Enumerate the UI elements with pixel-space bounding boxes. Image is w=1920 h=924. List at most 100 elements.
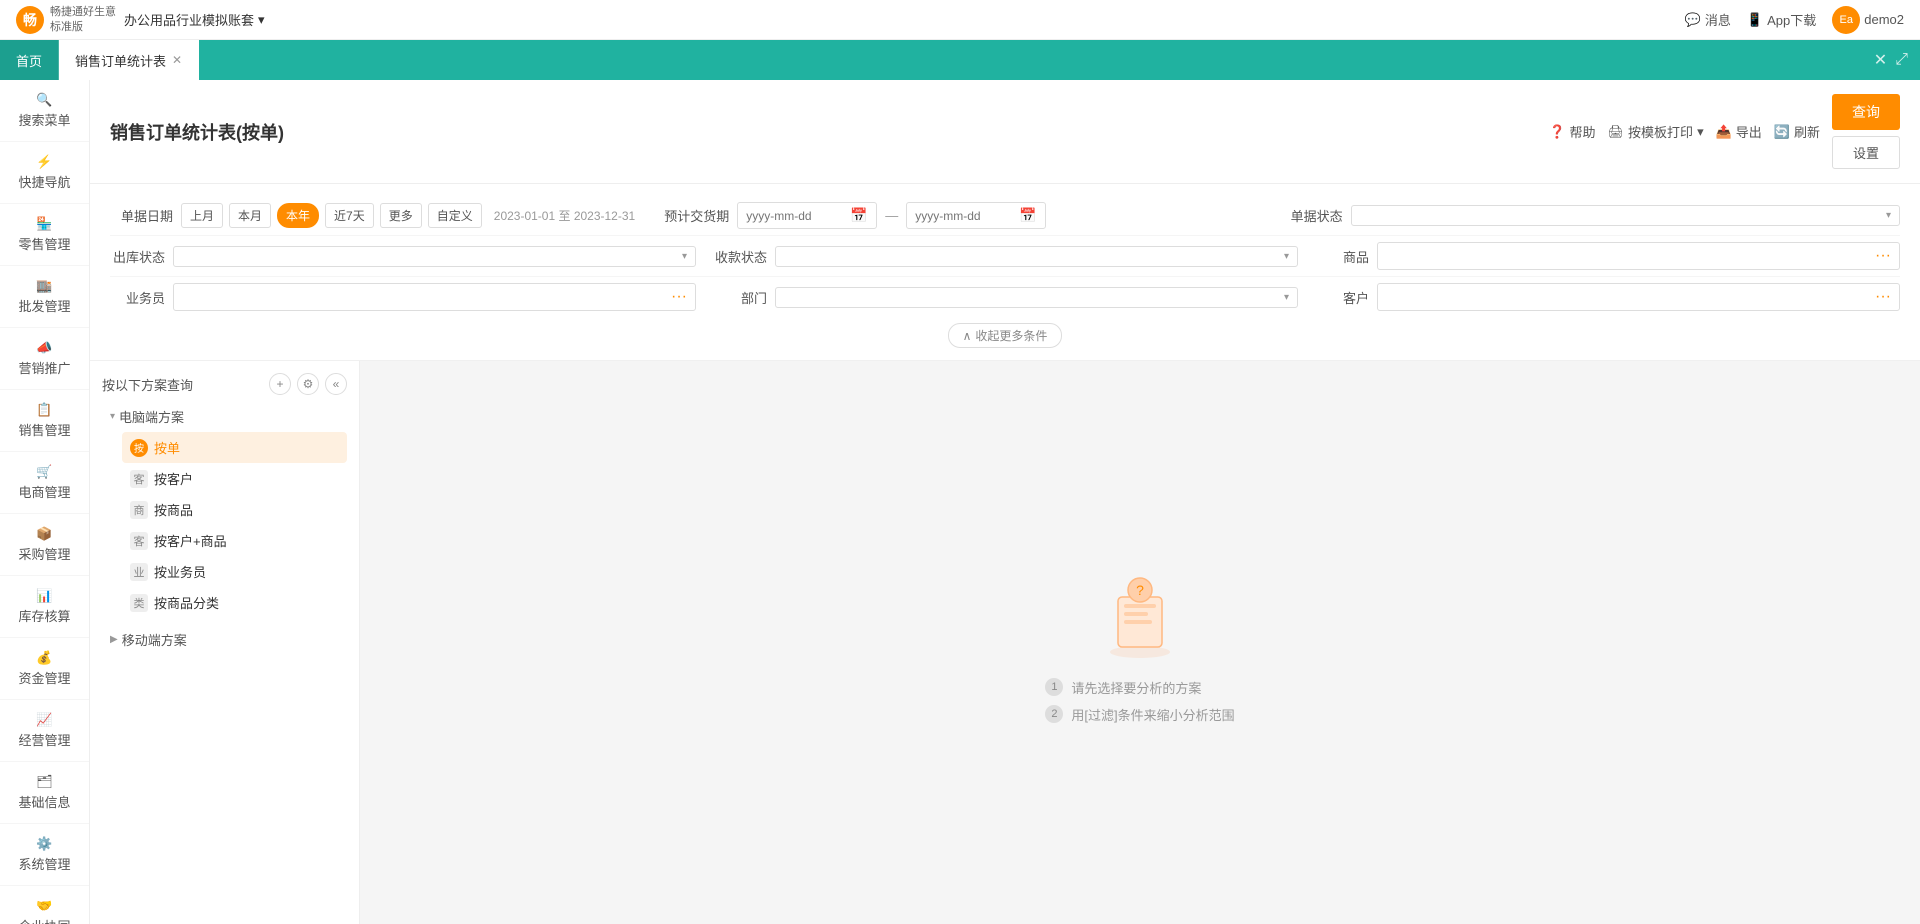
tab-sales-label: 销售订单统计表 (75, 51, 166, 70)
sidebar-item-ecommerce[interactable]: 🛒 电商管理 (0, 452, 89, 514)
mobile-schemes-section[interactable]: ▶ 移动端方案 (102, 626, 347, 655)
department-arrow-icon: ▾ (1284, 292, 1289, 303)
scheme-by-category[interactable]: 类 按商品分类 (122, 587, 347, 618)
payment-status-select[interactable]: ▾ (775, 246, 1298, 267)
sidebar-item-inventory[interactable]: 📊 库存核算 (0, 576, 89, 638)
date-btn-custom[interactable]: 自定义 (428, 203, 482, 228)
main-layout: 🔍 搜索菜单 ⚡ 快捷导航 🏪 零售管理 🏬 批发管理 📣 营销推广 📋 销售管… (0, 80, 1920, 924)
quick-nav-icon: ⚡ (36, 154, 52, 169)
scheme-by-salesperson[interactable]: 业 按业务员 (122, 556, 347, 587)
app-title-dropdown[interactable]: 办公用品行业模拟账套 ▾ (124, 10, 265, 29)
out-status-arrow-icon: ▾ (682, 251, 687, 262)
message-icon: 💬 (1685, 12, 1701, 28)
sidebar-item-system[interactable]: ⚙️ 系统管理 (0, 824, 89, 886)
sidebar-item-marketing[interactable]: 📣 营销推广 (0, 328, 89, 390)
retail-icon: 🏪 (36, 216, 52, 231)
sidebar-item-quick-nav[interactable]: ⚡ 快捷导航 (0, 142, 89, 204)
date-buttons-group: 上月 本月 本年 近7天 更多 自定义 (181, 203, 482, 228)
close-window-icon[interactable]: ✕ (1874, 50, 1887, 70)
scheme-by-goods[interactable]: 商 按商品 (122, 494, 347, 525)
expected-date-start-input[interactable] (746, 209, 846, 223)
expected-date-cell: 预计交货期 📅 — 📅 (659, 202, 1271, 229)
customer-select[interactable]: ··· (1377, 283, 1900, 311)
sidebar-item-purchase[interactable]: 📦 采购管理 (0, 514, 89, 576)
add-scheme-button[interactable]: + (269, 373, 291, 395)
top-bar-right: 💬 消息 📱 App下载 Ea demo2 (1685, 6, 1904, 34)
tab-bar: 首页 销售订单统计表 ✕ ✕ ⤢ (0, 40, 1920, 80)
help-icon: ❓ (1549, 124, 1565, 140)
date-btn-this-year[interactable]: 本年 (277, 203, 319, 228)
scheme-by-order[interactable]: 按 按单 (122, 432, 347, 463)
goods-ellipsis-icon: ··· (1875, 247, 1891, 265)
sidebar-item-retail[interactable]: 🏪 零售管理 (0, 204, 89, 266)
sidebar-item-finance[interactable]: 💰 资金管理 (0, 638, 89, 700)
collapse-button[interactable]: ∧ 收起更多条件 (948, 323, 1063, 348)
settings-button[interactable]: 设置 (1832, 136, 1900, 169)
scheme-icon-cat: 类 (130, 594, 148, 612)
expected-date-start[interactable]: 📅 (737, 202, 877, 229)
tab-sales-order[interactable]: 销售订单统计表 ✕ (59, 40, 199, 80)
template-print-button[interactable]: 🖨 按模板打印 ▾ (1608, 122, 1704, 141)
scheme-by-customer[interactable]: 客 按客户 (122, 463, 347, 494)
out-status-select[interactable]: ▾ (173, 246, 696, 267)
refresh-icon: 🔄 (1774, 124, 1790, 140)
department-select[interactable]: ▾ (775, 287, 1298, 308)
avatar: Ea (1832, 6, 1860, 34)
print-icon: 🖨 (1608, 124, 1625, 140)
expected-date-end[interactable]: 📅 (906, 202, 1046, 229)
logo-icon: 畅 (16, 6, 44, 34)
svg-text:?: ? (1136, 582, 1144, 598)
tip-1-number: 1 (1045, 678, 1063, 696)
salesperson-ellipsis-icon: ··· (671, 288, 687, 306)
purchase-icon: 📦 (36, 526, 52, 541)
scheme-icon-sp: 业 (130, 563, 148, 581)
salesperson-select[interactable]: ··· (173, 283, 696, 311)
page-actions: ❓ 帮助 🖨 按模板打印 ▾ 📤 导出 🔄 刷新 查询 (1549, 94, 1900, 183)
sidebar-item-search[interactable]: 🔍 搜索菜单 (0, 80, 89, 142)
date-label: 单据日期 (118, 206, 173, 225)
salesperson-label: 业务员 (110, 288, 165, 307)
empty-tip-1: 1 请先选择要分析的方案 (1045, 678, 1234, 697)
sidebar-item-enterprise[interactable]: 🤝 企业协同 (0, 886, 89, 924)
download-icon: 📱 (1747, 12, 1763, 28)
tree-expand-mobile-icon: ▶ (110, 634, 118, 645)
out-status-cell: 出库状态 ▾ (110, 246, 696, 267)
date-btn-more[interactable]: 更多 (380, 203, 422, 228)
message-button[interactable]: 💬 消息 (1685, 10, 1731, 29)
sidebar-item-operations[interactable]: 📈 经营管理 (0, 700, 89, 762)
tab-bar-actions: ✕ ⤢ (1862, 40, 1920, 80)
date-btn-this-month[interactable]: 本月 (229, 203, 271, 228)
payment-status-cell: 收款状态 ▾ (712, 246, 1298, 267)
status-select[interactable]: ▾ (1351, 205, 1900, 226)
scheme-by-customer-goods[interactable]: 客 按客户+商品 (122, 525, 347, 556)
left-panel-actions: + ⚙ « (269, 373, 347, 395)
desktop-schemes-section[interactable]: ▾ 电脑端方案 (102, 403, 347, 432)
refresh-button[interactable]: 🔄 刷新 (1774, 122, 1820, 141)
settings-scheme-button[interactable]: ⚙ (297, 373, 319, 395)
tab-home[interactable]: 首页 (0, 40, 59, 80)
date-btn-last-month[interactable]: 上月 (181, 203, 223, 228)
system-icon: ⚙️ (36, 836, 52, 851)
collapse-panel-button[interactable]: « (325, 373, 347, 395)
empty-illustration: ? (1090, 562, 1190, 662)
date-btn-7days[interactable]: 近7天 (325, 203, 374, 228)
status-label: 单据状态 (1288, 206, 1343, 225)
sidebar-item-wholesale[interactable]: 🏬 批发管理 (0, 266, 89, 328)
filter-row3: 业务员 ··· 部门 ▾ 客户 (110, 277, 1900, 317)
app-download-button[interactable]: 📱 App下载 (1747, 10, 1816, 29)
user-profile[interactable]: Ea demo2 (1832, 6, 1904, 34)
expand-window-icon[interactable]: ⤢ (1895, 51, 1908, 69)
scheme-icon-order: 按 (130, 439, 148, 457)
help-button[interactable]: ❓ 帮助 (1549, 122, 1595, 141)
sidebar-item-basics[interactable]: 🗂 基础信息 (0, 762, 89, 824)
page-header: 销售订单统计表(按单) ❓ 帮助 🖨 按模板打印 ▾ 📤 导出 🔄 刷新 (90, 80, 1920, 184)
sidebar: 🔍 搜索菜单 ⚡ 快捷导航 🏪 零售管理 🏬 批发管理 📣 营销推广 📋 销售管… (0, 80, 90, 924)
tab-close-icon[interactable]: ✕ (172, 53, 182, 67)
export-button[interactable]: 📤 导出 (1716, 122, 1762, 141)
query-button[interactable]: 查询 (1832, 94, 1900, 130)
expected-date-end-input[interactable] (915, 209, 1015, 223)
basics-icon: 🗂 (36, 774, 53, 789)
collapse-row: ∧ 收起更多条件 (110, 317, 1900, 348)
sidebar-item-sales[interactable]: 📋 销售管理 (0, 390, 89, 452)
goods-select[interactable]: ··· (1377, 242, 1900, 270)
